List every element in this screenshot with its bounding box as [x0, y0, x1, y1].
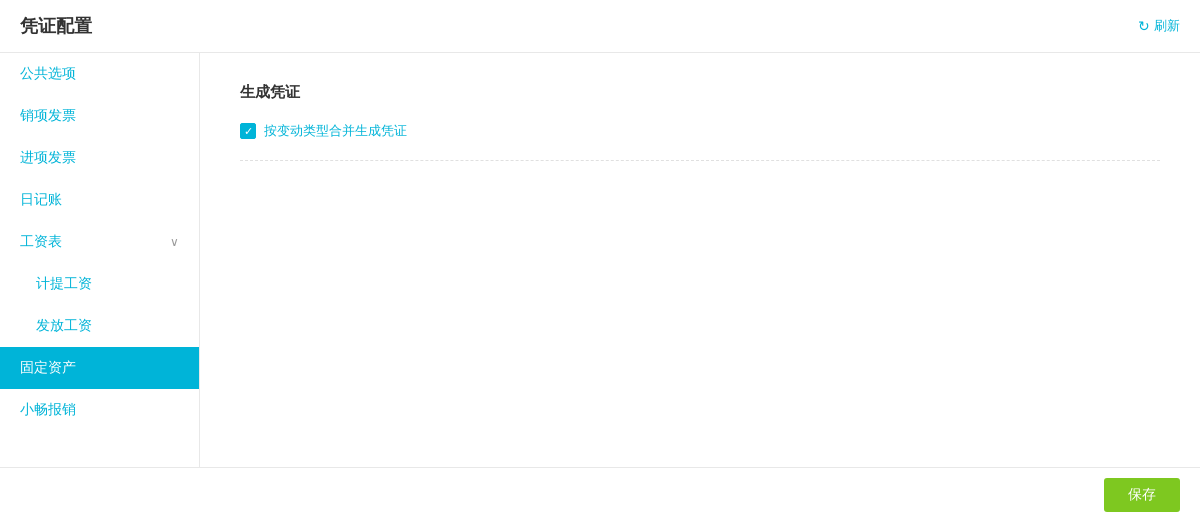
merge-checkbox[interactable]: ✓: [240, 123, 256, 139]
section-divider: [240, 160, 1160, 161]
sidebar-item-label-7: 固定资产: [20, 359, 76, 377]
chevron-down-icon: ∨: [170, 235, 179, 249]
sidebar-item-2[interactable]: 进项发票: [0, 137, 199, 179]
section-title: 生成凭证: [240, 83, 1160, 102]
checkbox-label[interactable]: 按变动类型合并生成凭证: [264, 122, 407, 140]
refresh-button[interactable]: ↻ 刷新: [1138, 17, 1180, 35]
checkmark-icon: ✓: [244, 126, 253, 137]
main-content: 公共选项销项发票进项发票日记账工资表 ∨ 计提工资发放工资固定资产小畅报销 生成凭证…: [0, 53, 1200, 467]
sidebar-item-7[interactable]: 固定资产: [0, 347, 199, 389]
page-footer: 保存: [0, 467, 1200, 522]
checkbox-row: ✓ 按变动类型合并生成凭证: [240, 122, 1160, 140]
page-title: 凭证配置: [20, 14, 92, 38]
sidebar-item-label-1: 销项发票: [20, 107, 76, 125]
save-button[interactable]: 保存: [1104, 478, 1180, 512]
sidebar: 公共选项销项发票进项发票日记账工资表 ∨ 计提工资发放工资固定资产小畅报销: [0, 53, 200, 467]
sidebar-item-label-2: 进项发票: [20, 149, 76, 167]
sidebar-item-8[interactable]: 小畅报销: [0, 389, 199, 431]
sidebar-item-label-6: 发放工资: [36, 317, 92, 335]
page-header: 凭证配置 ↻ 刷新: [0, 0, 1200, 53]
refresh-icon: ↻: [1138, 18, 1150, 34]
sidebar-item-4[interactable]: 工资表 ∨: [0, 221, 199, 263]
sidebar-item-6[interactable]: 发放工资: [0, 305, 199, 347]
sidebar-item-1[interactable]: 销项发票: [0, 95, 199, 137]
sidebar-item-0[interactable]: 公共选项: [0, 53, 199, 95]
sidebar-item-label-8: 小畅报销: [20, 401, 76, 419]
sidebar-item-label-5: 计提工资: [36, 275, 92, 293]
sidebar-item-5[interactable]: 计提工资: [0, 263, 199, 305]
sidebar-item-label-0: 公共选项: [20, 65, 76, 83]
content-area: 生成凭证 ✓ 按变动类型合并生成凭证: [200, 53, 1200, 467]
sidebar-item-label-4: 工资表: [20, 233, 62, 251]
refresh-label: 刷新: [1154, 17, 1180, 35]
sidebar-item-3[interactable]: 日记账: [0, 179, 199, 221]
sidebar-item-label-3: 日记账: [20, 191, 62, 209]
